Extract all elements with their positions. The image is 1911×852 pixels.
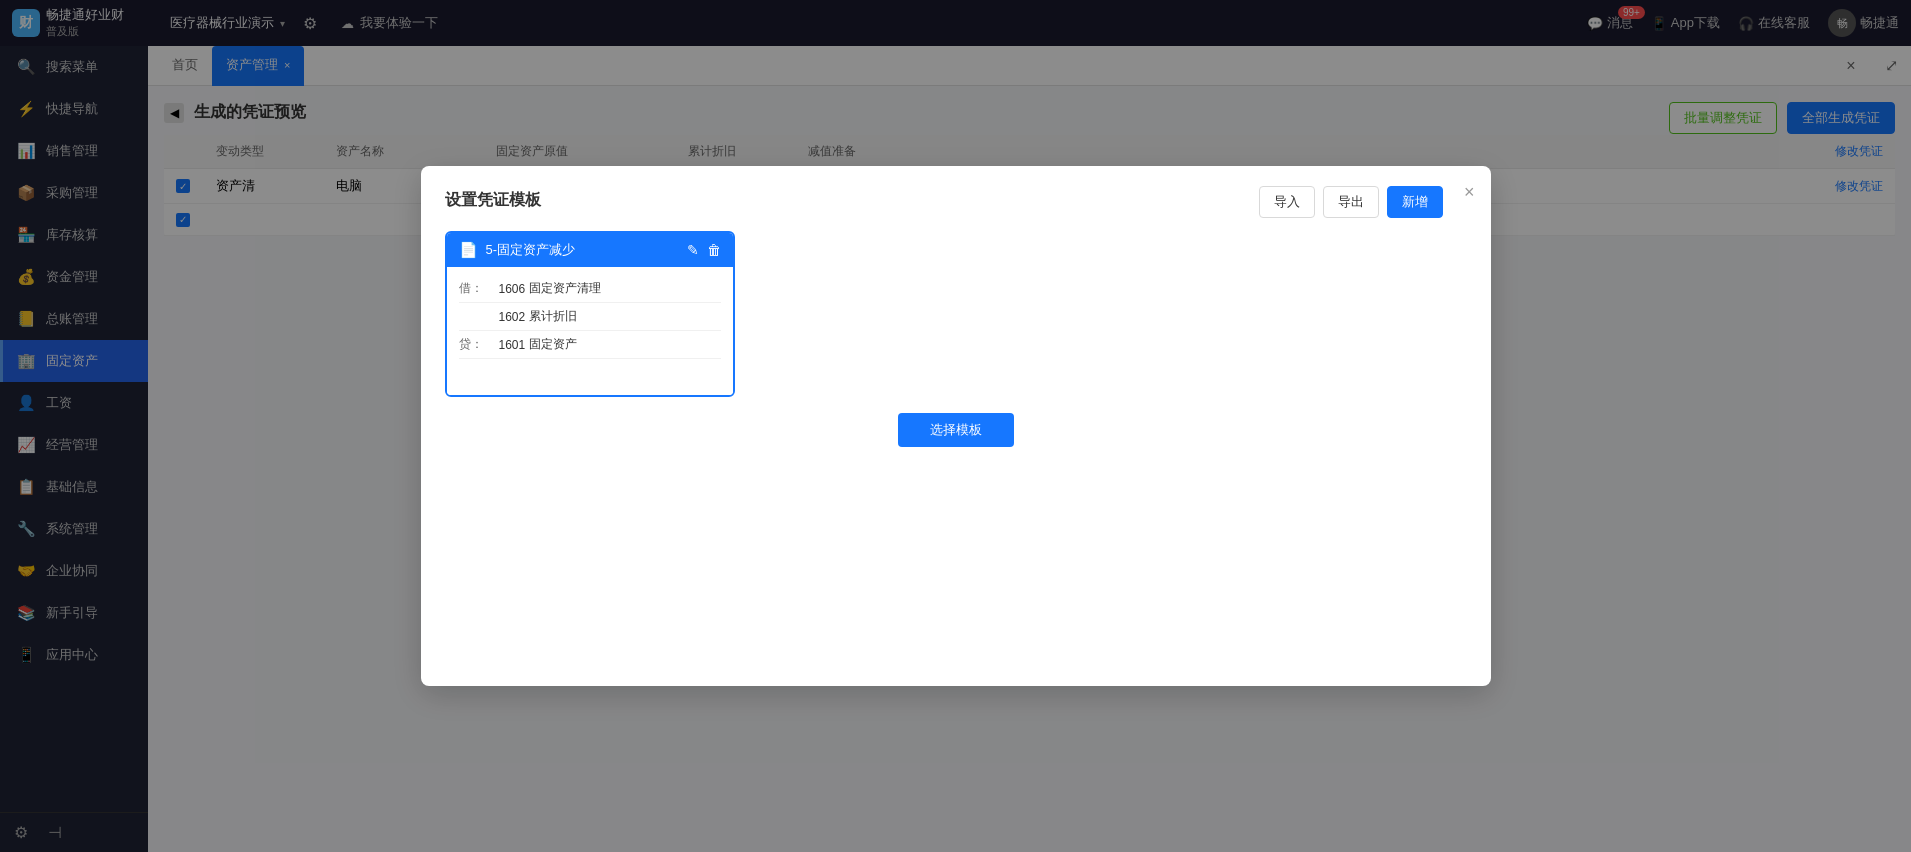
account-name-1: 1602: [499, 310, 526, 324]
modal-close-button[interactable]: ×: [1464, 182, 1475, 203]
template-account-row-2: 贷： 1601 固定资产: [459, 331, 721, 359]
select-template-button[interactable]: 选择模板: [898, 413, 1014, 447]
template-edit-icon[interactable]: ✎: [687, 242, 699, 258]
account-debit-label: 借：: [459, 280, 499, 297]
template-account-row-0: 借： 1606 固定资产清理: [459, 275, 721, 303]
template-card-title: 5-固定资产减少: [486, 241, 679, 259]
template-card: 📄 5-固定资产减少 ✎ 🗑 借： 1606 固定资产清理 借： 1602 累计…: [445, 231, 735, 397]
account-name-2: 1601: [499, 338, 526, 352]
modal-header-actions: 导入 导出 新增: [1259, 186, 1443, 218]
new-template-button[interactable]: 新增: [1387, 186, 1443, 218]
modal-overlay: 设置凭证模板 × 导入 导出 新增 📄 5-固定资产减少 ✎ 🗑 借： 1606: [0, 0, 1911, 852]
template-card-header: 📄 5-固定资产减少 ✎ 🗑: [447, 233, 733, 267]
account-name-0: 1606: [499, 282, 526, 296]
template-account-row-1: 借： 1602 累计折旧: [459, 303, 721, 331]
account-credit-label: 贷：: [459, 336, 499, 353]
template-account-row-3: 贷：: [459, 359, 721, 387]
account-title-2: 固定资产: [529, 336, 577, 353]
account-title-1: 累计折旧: [529, 308, 577, 325]
account-title-0: 固定资产清理: [529, 280, 601, 297]
template-delete-icon[interactable]: 🗑: [707, 242, 721, 258]
template-card-icon: 📄: [459, 241, 478, 259]
export-button[interactable]: 导出: [1323, 186, 1379, 218]
template-body: 借： 1606 固定资产清理 借： 1602 累计折旧 贷： 1601 固定资产…: [447, 267, 733, 395]
modal-dialog: 设置凭证模板 × 导入 导出 新增 📄 5-固定资产减少 ✎ 🗑 借： 1606: [421, 166, 1491, 686]
import-button[interactable]: 导入: [1259, 186, 1315, 218]
template-card-actions: ✎ 🗑: [687, 242, 721, 258]
